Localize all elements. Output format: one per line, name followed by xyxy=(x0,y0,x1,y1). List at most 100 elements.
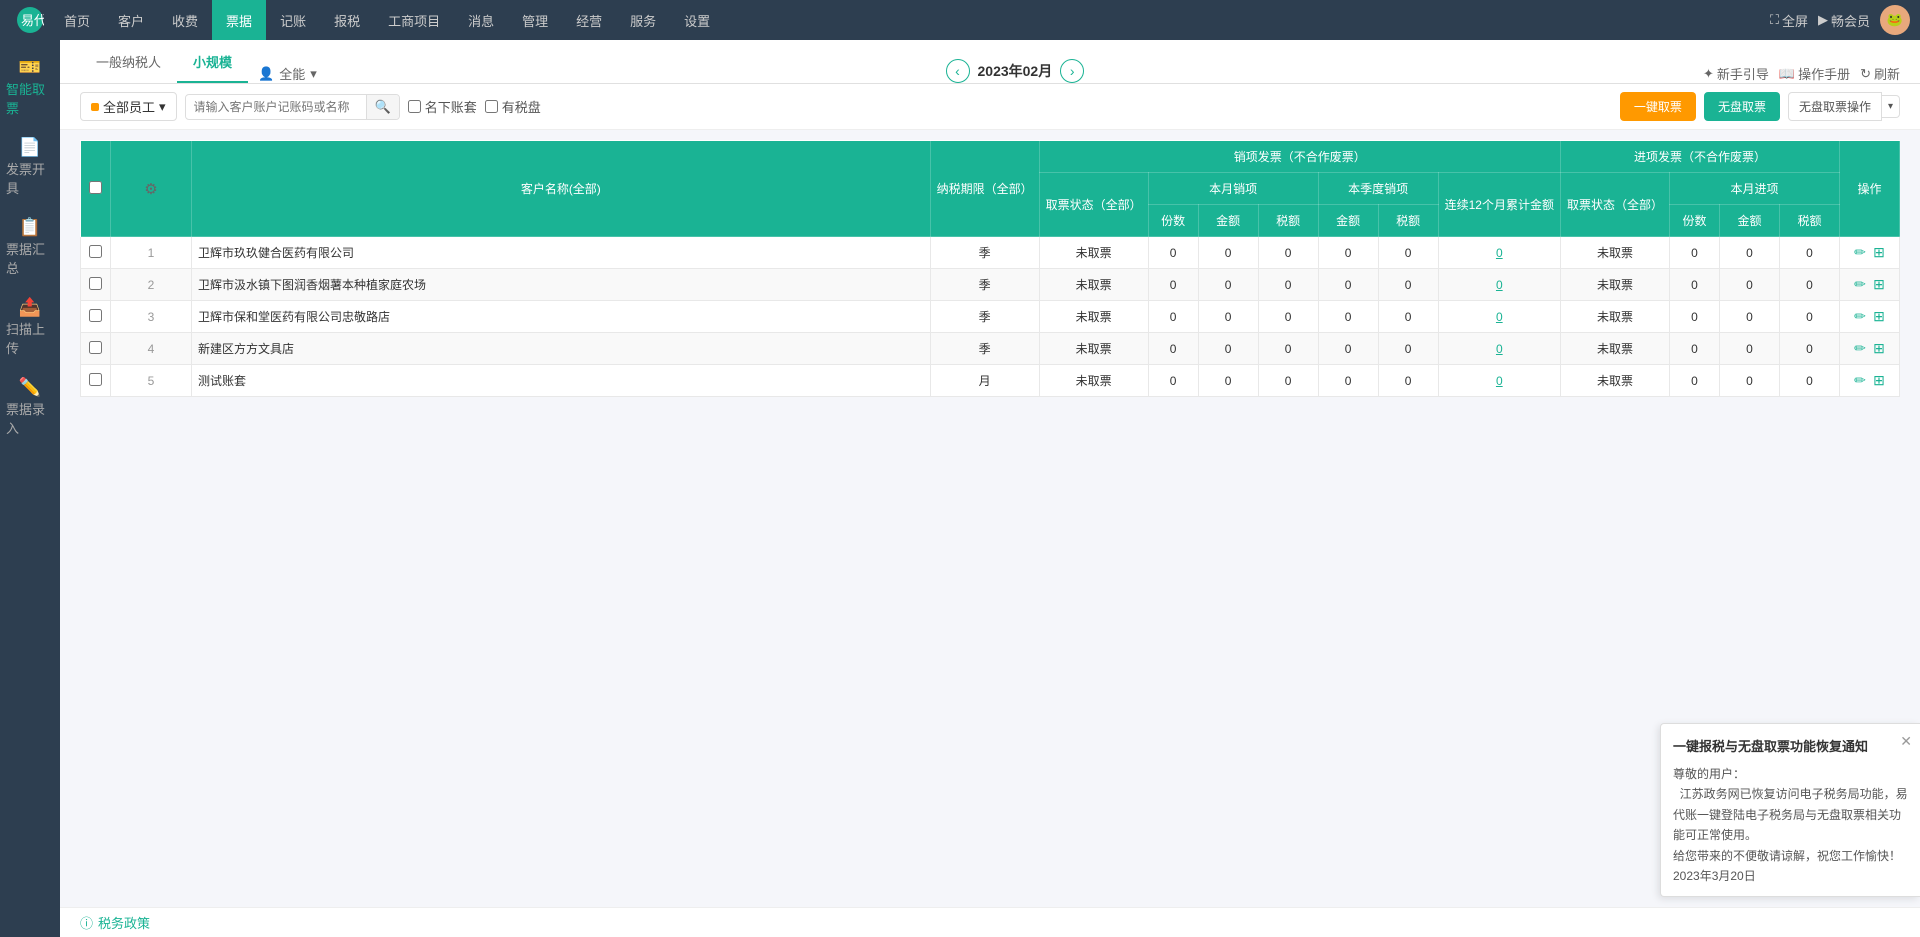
row-customer-name: 卫辉市汲水镇下图润香烟薯本种植家庭农场 xyxy=(192,269,931,301)
sidebar-item-invoice-input[interactable]: ✏️ 票据录入 xyxy=(2,370,58,445)
toolbar-right: 一键取票 无盘取票 无盘取票操作 ▾ xyxy=(1620,92,1900,121)
row-purchase-tax-m: 0 xyxy=(1780,333,1840,365)
row-cumulative[interactable]: 0 xyxy=(1438,301,1560,333)
select-all-checkbox[interactable] xyxy=(89,181,102,194)
sidebar-item-open-invoice[interactable]: 📄 发票开具 xyxy=(2,130,58,205)
col-tax-period: 纳税期限（全部） xyxy=(930,141,1039,237)
search-input[interactable] xyxy=(186,96,366,118)
checkbox-tax-disk-input[interactable] xyxy=(485,100,498,113)
col-quarter-sales: 本季度销项 xyxy=(1318,173,1438,205)
edit-icon[interactable]: ✏ xyxy=(1854,372,1866,388)
nav-setting[interactable]: 设置 xyxy=(670,0,724,40)
bottom-bar: ⓘ 税务政策 xyxy=(60,907,1920,937)
no-disk-fetch-btn[interactable]: 无盘取票 xyxy=(1704,92,1780,121)
row-purchase-fetch-status: 未取票 xyxy=(1560,365,1669,397)
search-button[interactable]: 🔍 xyxy=(366,95,399,119)
row-checkbox-cell[interactable] xyxy=(81,333,111,365)
row-cumulative[interactable]: 0 xyxy=(1438,365,1560,397)
view-icon[interactable]: ⊞ xyxy=(1873,308,1885,324)
sidebar-item-open-invoice-label: 发票开具 xyxy=(6,159,54,197)
tab-general-taxpayer[interactable]: 一般纳税人 xyxy=(80,42,177,83)
next-period-btn[interactable]: › xyxy=(1060,59,1084,83)
fullscreen-btn[interactable]: ⛶ 全屏 xyxy=(1770,11,1808,30)
tax-policy-link[interactable]: 税务政策 xyxy=(98,913,150,932)
row-checkbox[interactable] xyxy=(89,373,102,386)
row-sales-amount-m: 0 xyxy=(1198,237,1258,269)
settings-icon[interactable]: ⚙ xyxy=(111,141,192,237)
row-cumulative[interactable]: 0 xyxy=(1438,333,1560,365)
notification-close-btn[interactable]: ✕ xyxy=(1900,730,1912,754)
row-checkbox[interactable] xyxy=(89,309,102,322)
edit-icon[interactable]: ✏ xyxy=(1854,276,1866,292)
checkbox-tax-disk-label: 有税盘 xyxy=(502,97,541,116)
row-checkbox[interactable] xyxy=(89,277,102,290)
nav-bookkeeping[interactable]: 记账 xyxy=(266,0,320,40)
row-cumulative[interactable]: 0 xyxy=(1438,269,1560,301)
no-disk-operate-btn[interactable]: 无盘取票操作 xyxy=(1788,92,1882,121)
row-cumulative[interactable]: 0 xyxy=(1438,237,1560,269)
edit-icon[interactable]: ✏ xyxy=(1854,308,1866,324)
sidebar-item-scan-upload[interactable]: 📤 扫描上传 xyxy=(2,290,58,365)
nav-home[interactable]: 首页 xyxy=(50,0,104,40)
row-number: 1 xyxy=(111,237,192,269)
view-icon[interactable]: ⊞ xyxy=(1873,340,1885,356)
vip-btn[interactable]: ▶ 畅会员 xyxy=(1818,11,1870,30)
view-icon[interactable]: ⊞ xyxy=(1873,276,1885,292)
avatar[interactable]: 🐸 xyxy=(1880,5,1910,35)
nav-manage[interactable]: 管理 xyxy=(508,0,562,40)
nav-operation[interactable]: 经营 xyxy=(562,0,616,40)
row-checkbox-cell[interactable] xyxy=(81,237,111,269)
nav-fee[interactable]: 收费 xyxy=(158,0,212,40)
edit-icon[interactable]: ✏ xyxy=(1854,244,1866,260)
nav-tax[interactable]: 报税 xyxy=(320,0,374,40)
view-icon[interactable]: ⊞ xyxy=(1873,244,1885,260)
row-checkbox-cell[interactable] xyxy=(81,269,111,301)
one-key-fetch-btn[interactable]: 一键取票 xyxy=(1620,92,1696,121)
row-checkbox[interactable] xyxy=(89,341,102,354)
row-sales-tax-q: 0 xyxy=(1378,365,1438,397)
prev-period-btn[interactable]: ‹ xyxy=(946,59,970,83)
row-checkbox-cell[interactable] xyxy=(81,365,111,397)
nav-customer[interactable]: 客户 xyxy=(104,0,158,40)
refresh-btn[interactable]: ↻ 刷新 xyxy=(1860,64,1900,83)
nav-message[interactable]: 消息 xyxy=(454,0,508,40)
svg-text:易代: 易代 xyxy=(21,13,44,28)
nav-right: ⛶ 全屏 ▶ 畅会员 🐸 xyxy=(1770,5,1910,35)
row-purchase-amount-m: 0 xyxy=(1720,237,1780,269)
nav-service[interactable]: 服务 xyxy=(616,0,670,40)
invoice-summary-icon: 📋 xyxy=(19,218,41,236)
no-disk-operate-arrow[interactable]: ▾ xyxy=(1882,95,1900,118)
sidebar-item-smart-fetch[interactable]: 🎫 智能取票 xyxy=(2,50,58,125)
checkbox-tax-disk[interactable]: 有税盘 xyxy=(485,97,541,116)
row-operate-cell: ✏ ⊞ xyxy=(1840,333,1900,365)
table-row: 1 卫辉市玖玖健合医药有限公司 季 未取票 0 0 0 0 0 0 未取票 0 … xyxy=(81,237,1900,269)
sidebar: 🎫 智能取票 📄 发票开具 📋 票据汇总 📤 扫描上传 ✏️ 票据录入 xyxy=(0,40,60,937)
manual-btn[interactable]: 📖 操作手册 xyxy=(1779,64,1850,83)
row-sales-fetch-status: 未取票 xyxy=(1039,333,1148,365)
row-checkbox[interactable] xyxy=(89,245,102,258)
row-period: 季 xyxy=(930,237,1039,269)
row-sales-tax-m: 0 xyxy=(1258,333,1318,365)
row-sales-count-m: 0 xyxy=(1148,269,1198,301)
col-purchase-fetch-status: 取票状态（全部） xyxy=(1560,173,1669,237)
view-icon[interactable]: ⊞ xyxy=(1873,372,1885,388)
col-current-month-purchase: 本月进项 xyxy=(1670,173,1840,205)
checkbox-account-input[interactable] xyxy=(408,100,421,113)
row-sales-tax-m: 0 xyxy=(1258,237,1318,269)
col-sales-invoice-header: 销项发票（不合作废票） xyxy=(1039,141,1560,173)
tax-policy-icon: ⓘ xyxy=(80,913,93,932)
chevron-down-icon: ▾ xyxy=(310,66,317,82)
tab-small-scale[interactable]: 小规模 xyxy=(177,42,248,83)
employee-dropdown[interactable]: 全部员工 ▾ xyxy=(80,92,177,121)
nav-biz[interactable]: 工商项目 xyxy=(374,0,454,40)
sidebar-item-invoice-summary[interactable]: 📋 票据汇总 xyxy=(2,210,58,285)
tab-all[interactable]: 👤 全能 ▾ xyxy=(248,64,327,83)
new-guide-btn[interactable]: ✦ 新手引导 xyxy=(1703,64,1769,83)
checkbox-account-label: 名下账套 xyxy=(425,97,477,116)
col-purchase-count-m: 份数 xyxy=(1670,205,1720,237)
row-checkbox-cell[interactable] xyxy=(81,301,111,333)
row-purchase-tax-m: 0 xyxy=(1780,301,1840,333)
nav-invoice[interactable]: 票据 xyxy=(212,0,266,40)
checkbox-account[interactable]: 名下账套 xyxy=(408,97,477,116)
edit-icon[interactable]: ✏ xyxy=(1854,340,1866,356)
